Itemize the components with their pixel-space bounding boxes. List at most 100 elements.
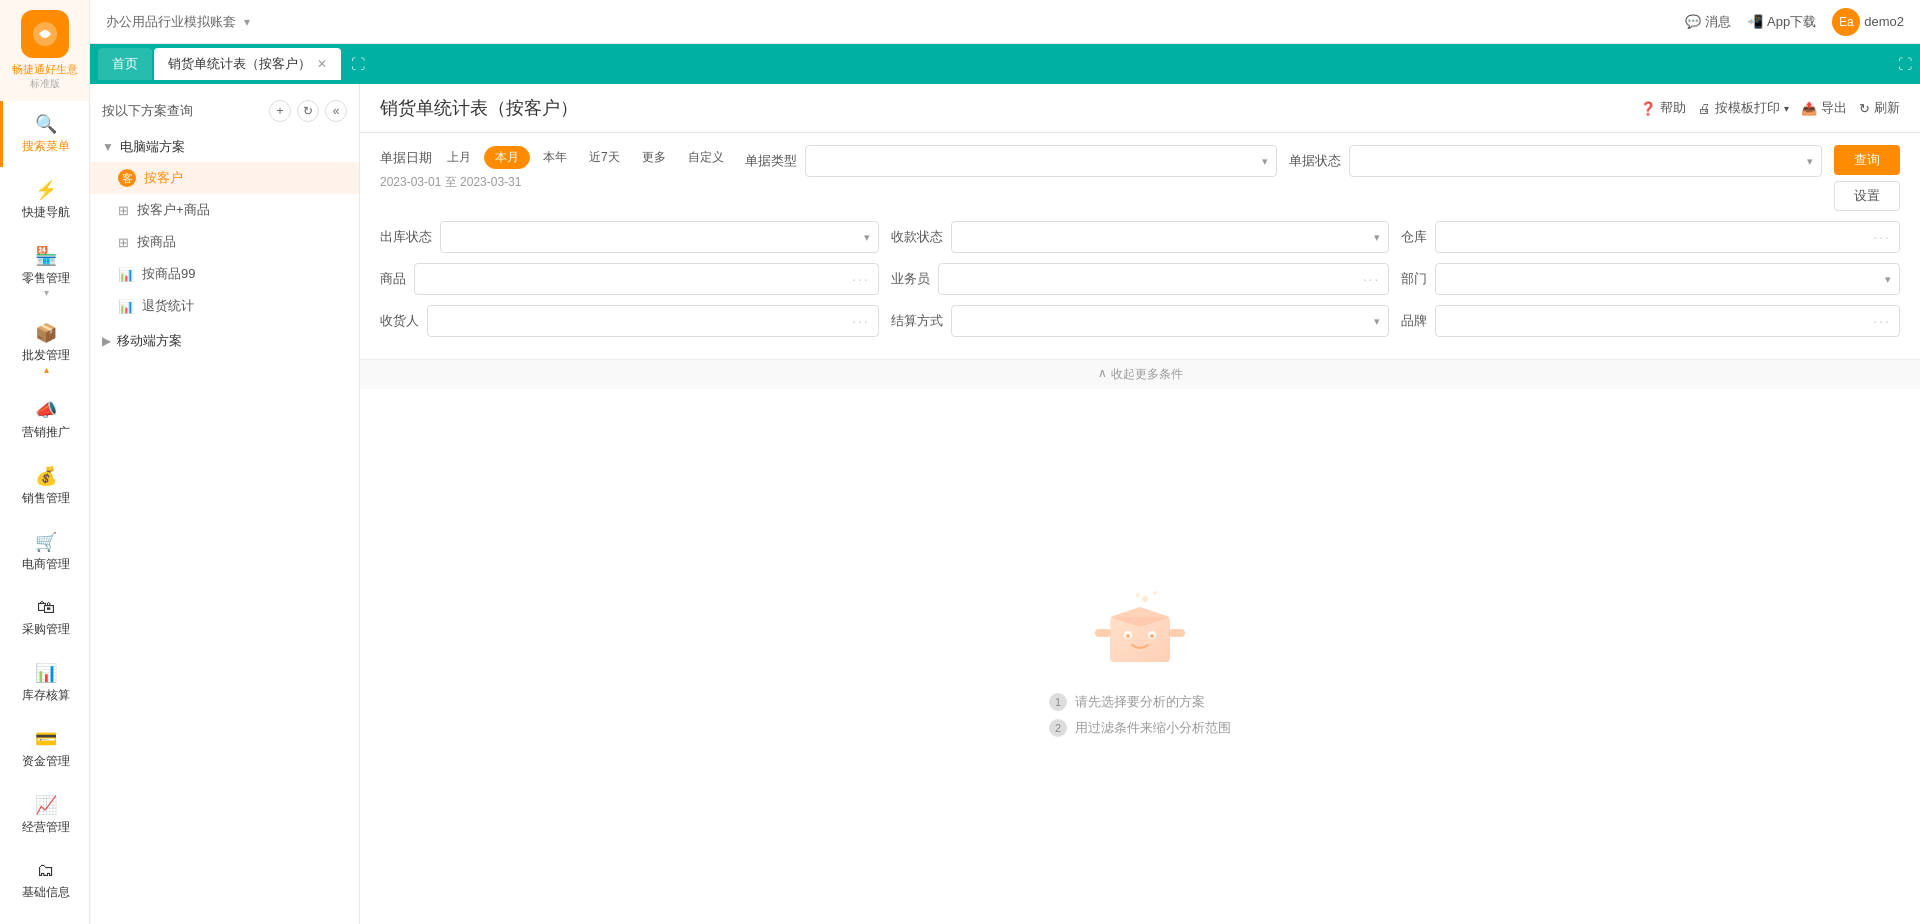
tab-maximize-icon[interactable]: ⛶: [351, 56, 365, 72]
svg-point-4: [1126, 634, 1130, 638]
brand-select[interactable]: ···: [1435, 305, 1900, 337]
tab-bar: 首页 销货单统计表（按客户） ✕ ⛶ ⛶: [90, 44, 1920, 84]
sidebar-item-search[interactable]: 🔍 搜索菜单: [0, 101, 89, 167]
help-button[interactable]: ❓ 帮助: [1640, 99, 1686, 117]
message-icon: 💬: [1685, 14, 1701, 29]
salesperson-select[interactable]: ···: [938, 263, 1390, 295]
sidebar-item-system[interactable]: ⚙️ 系统管理: [0, 913, 89, 924]
retail-icon: 🏪: [35, 245, 57, 267]
bill-status-select[interactable]: ▾: [1349, 145, 1822, 177]
sales-tab-label: 销货单统计表（按客户）: [168, 55, 311, 73]
warehouse-select[interactable]: ···: [1435, 221, 1900, 253]
sidebar-item-ecommerce[interactable]: 🛒 电商管理: [0, 519, 89, 585]
user-profile[interactable]: Ea demo2: [1832, 8, 1904, 36]
header-left: 办公用品行业模拟账套 ▾: [106, 13, 250, 31]
export-button[interactable]: 📤 导出: [1801, 99, 1847, 117]
receipt-status-arrow-icon: ▾: [1374, 231, 1380, 244]
sidebar-item-purchase[interactable]: 🛍 采购管理: [0, 585, 89, 650]
svg-point-5: [1150, 634, 1154, 638]
page-title: 销货单统计表（按客户）: [380, 96, 578, 120]
query-button[interactable]: 查询: [1834, 145, 1900, 175]
scheme-item-returns[interactable]: 📊 退货统计: [90, 290, 359, 322]
svg-point-9: [1153, 591, 1157, 595]
sidebar-item-inventory[interactable]: 📊 库存核算: [0, 650, 89, 716]
scheme-item-goods-99[interactable]: 📊 按商品99: [90, 258, 359, 290]
sidebar-item-finance[interactable]: 💳 资金管理: [0, 716, 89, 782]
settings-button[interactable]: 设置: [1834, 181, 1900, 211]
this-month-btn[interactable]: 本月: [484, 146, 530, 169]
help-icon: ❓: [1640, 101, 1656, 116]
page-header: 销货单统计表（按客户） ❓ 帮助 🖨 按模板打印 ▾ 📤: [360, 84, 1920, 133]
sidebar-item-basic[interactable]: 🗂 基础信息: [0, 848, 89, 913]
payment-select[interactable]: ▾: [951, 305, 1390, 337]
scheme-item-by-customer[interactable]: 客 按客户: [90, 162, 359, 194]
tab-close-icon[interactable]: ✕: [317, 57, 327, 71]
goods-select[interactable]: ···: [414, 263, 879, 295]
nav-icon: ⚡: [35, 179, 57, 201]
print-button[interactable]: 🖨 按模板打印 ▾: [1698, 99, 1789, 117]
out-status-filter: 出库状态 ▾: [380, 221, 879, 253]
date-filter-label: 单据日期: [380, 149, 432, 167]
expand-icon: ▼: [102, 140, 114, 154]
finance-icon: 💳: [35, 728, 57, 750]
receiver-select[interactable]: ···: [427, 305, 879, 337]
top-header: 办公用品行业模拟账套 ▾ 💬 消息 📲 App下载 Ea demo2: [90, 0, 1920, 44]
purchase-icon: 🛍: [37, 597, 55, 618]
sidebar-item-marketing[interactable]: 📣 营销推广: [0, 387, 89, 453]
sidebar-item-retail[interactable]: 🏪 零售管理 ▾: [0, 233, 89, 310]
message-button[interactable]: 💬 消息: [1685, 13, 1731, 31]
panel-header: 按以下方案查询 + ↻ «: [90, 94, 359, 128]
collapse-panel-button[interactable]: «: [325, 100, 347, 122]
add-scheme-button[interactable]: +: [269, 100, 291, 122]
more-date-btn[interactable]: 更多: [633, 145, 675, 170]
receipt-status-select[interactable]: ▾: [951, 221, 1390, 253]
customer-scheme-icon: 客: [118, 169, 136, 187]
scheme-item-by-goods[interactable]: ⊞ 按商品: [90, 226, 359, 258]
collapse-label: 收起更多条件: [1111, 366, 1183, 383]
empty-tips: 1 请先选择要分析的方案 2 用过滤条件来缩小分析范围: [1049, 693, 1231, 737]
payment-label: 结算方式: [891, 312, 943, 330]
date-filter-options: 上月 本月 本年 近7天 更多 自定义: [438, 145, 733, 170]
tab-sales-report[interactable]: 销货单统计表（按客户） ✕: [154, 48, 341, 80]
bill-type-select[interactable]: ▾: [805, 145, 1278, 177]
receiver-filter: 收货人 ···: [380, 305, 879, 337]
sidebar-item-quick-nav[interactable]: ⚡ 快捷导航: [0, 167, 89, 233]
tab-home[interactable]: 首页: [98, 48, 152, 80]
collapse-bar[interactable]: ∧ 收起更多条件: [360, 359, 1920, 389]
last-month-btn[interactable]: 上月: [438, 145, 480, 170]
customer-goods-icon: ⊞: [118, 203, 129, 218]
goods-dots-icon: ···: [852, 271, 870, 287]
export-icon: 📤: [1801, 101, 1817, 116]
desktop-scheme-header[interactable]: ▼ 电脑端方案: [90, 132, 359, 162]
department-select[interactable]: ▾: [1435, 263, 1900, 295]
returns-icon: 📊: [118, 299, 134, 314]
mobile-scheme-header[interactable]: ▶ 移动端方案: [90, 326, 359, 356]
last-7-days-btn[interactable]: 近7天: [580, 145, 629, 170]
out-status-select[interactable]: ▾: [440, 221, 879, 253]
svg-point-8: [1142, 596, 1148, 602]
custom-date-btn[interactable]: 自定义: [679, 145, 733, 170]
bill-status-arrow-icon: ▾: [1807, 155, 1813, 168]
app-logo: 畅捷通好生意 标准版: [0, 0, 89, 101]
empty-tip-2: 2 用过滤条件来缩小分析范围: [1049, 719, 1231, 737]
sales-icon: 💰: [35, 465, 57, 487]
avatar: Ea: [1832, 8, 1860, 36]
refresh-button[interactable]: ↻ 刷新: [1859, 99, 1900, 117]
sidebar-item-operations[interactable]: 📈 经营管理: [0, 782, 89, 848]
tip1-number: 1: [1049, 693, 1067, 711]
tab-restore-icon[interactable]: ⛶: [1898, 55, 1912, 73]
out-status-label: 出库状态: [380, 228, 432, 246]
sidebar-item-sales[interactable]: 💰 销售管理: [0, 453, 89, 519]
scheme-item-customer-goods[interactable]: ⊞ 按客户+商品: [90, 194, 359, 226]
sidebar-item-wholesale[interactable]: 📦 批发管理 ▴: [0, 310, 89, 387]
bill-status-filter: 单据状态 ▾: [1289, 145, 1822, 177]
svg-rect-7: [1169, 629, 1185, 637]
goods-icon: ⊞: [118, 235, 129, 250]
app-download-button[interactable]: 📲 App下载: [1747, 13, 1816, 31]
refresh-scheme-button[interactable]: ↻: [297, 100, 319, 122]
goods-filter: 商品 ···: [380, 263, 879, 295]
brand-filter: 品牌 ···: [1401, 305, 1900, 337]
refresh-icon: ↻: [1859, 101, 1870, 116]
svg-rect-6: [1095, 629, 1111, 637]
this-year-btn[interactable]: 本年: [534, 145, 576, 170]
